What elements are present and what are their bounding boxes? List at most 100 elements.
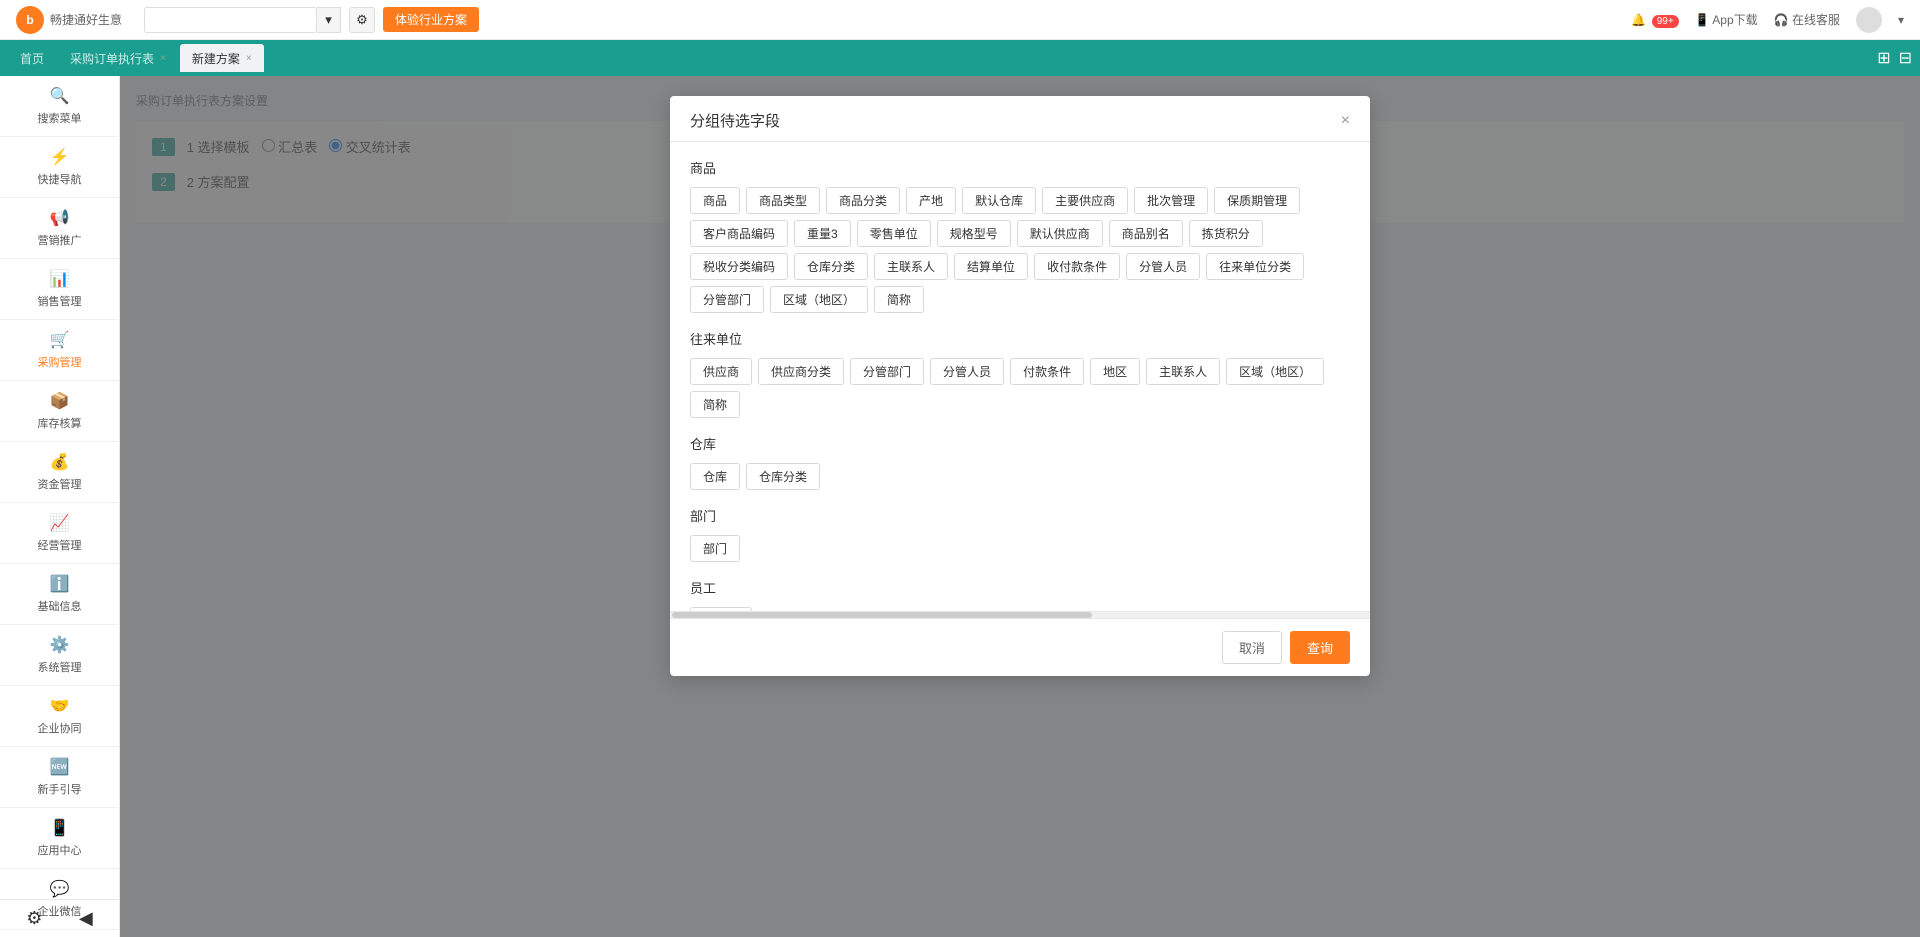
- notification-area[interactable]: 🔔 99+: [1631, 13, 1678, 27]
- field-warehouse-category[interactable]: 仓库分类: [794, 253, 868, 280]
- field-supplier[interactable]: 供应商: [690, 358, 752, 385]
- header-search-input[interactable]: [144, 7, 317, 33]
- sidebar-item-quick-nav[interactable]: ⚡ 快捷导航: [0, 137, 119, 198]
- field-region-partner[interactable]: 区域（地区）: [1226, 358, 1324, 385]
- operations-icon: 📈: [50, 513, 70, 533]
- modal-overlay: 分组待选字段 × 商品 商品 商品类型 商品分类 产地 默认仓库 主要供应商 批…: [120, 76, 1920, 937]
- sidebar-collapse-icon[interactable]: ◀: [79, 908, 93, 929]
- modal-body[interactable]: 商品 商品 商品类型 商品分类 产地 默认仓库 主要供应商 批次管理 保质期管理…: [670, 142, 1370, 611]
- field-partner-category[interactable]: 往来单位分类: [1206, 253, 1304, 280]
- field-dept-managed[interactable]: 分管部门: [690, 286, 764, 313]
- field-quality-period[interactable]: 保质期管理: [1214, 187, 1300, 214]
- sidebar-item-marketing[interactable]: 📢 营销推广: [0, 198, 119, 259]
- field-batch-management[interactable]: 批次管理: [1134, 187, 1208, 214]
- field-short-name-partner[interactable]: 简称: [690, 391, 740, 418]
- user-menu[interactable]: ▾: [1898, 13, 1904, 27]
- field-customer-product-code[interactable]: 客户商品编码: [690, 220, 788, 247]
- tab-expand-icon[interactable]: ⊟: [1899, 48, 1912, 68]
- sidebar-item-operations[interactable]: 📈 经营管理: [0, 503, 119, 564]
- cancel-button[interactable]: 取消: [1222, 631, 1282, 664]
- sidebar-item-basic-info[interactable]: ℹ️ 基础信息: [0, 564, 119, 625]
- confirm-button[interactable]: 查询: [1290, 631, 1350, 664]
- field-tax-code[interactable]: 税收分类编码: [690, 253, 788, 280]
- enterprise-icon: 🤝: [50, 696, 70, 716]
- wechat-icon: 💬: [50, 879, 70, 899]
- experience-btn[interactable]: 体验行业方案: [383, 7, 479, 32]
- tab-bar-right: ⊞ ⊟: [1877, 48, 1912, 68]
- tab-new-plan[interactable]: 新建方案 ×: [180, 44, 264, 72]
- tab-bar: 首页 采购订单执行表 × 新建方案 × ⊞ ⊟: [0, 40, 1920, 76]
- field-region-product[interactable]: 区域（地区）: [770, 286, 868, 313]
- sidebar-item-sales[interactable]: 📊 销售管理: [0, 259, 119, 320]
- field-retail-unit[interactable]: 零售单位: [857, 220, 931, 247]
- field-origin[interactable]: 产地: [906, 187, 956, 214]
- header-right: 🔔 99+ 📱 App下载 🎧 在线客服 ▾: [1631, 7, 1904, 33]
- logo-icon: b: [16, 6, 44, 34]
- product-fields: 商品 商品类型 商品分类 产地 默认仓库 主要供应商 批次管理 保质期管理 客户…: [690, 187, 1350, 313]
- tab-new-plan-close[interactable]: ×: [246, 53, 252, 64]
- sidebar-settings-icon[interactable]: ⚙: [26, 908, 42, 929]
- field-product-type[interactable]: 商品类型: [746, 187, 820, 214]
- sidebar-item-newbie[interactable]: 🆕 新手引导: [0, 747, 119, 808]
- sidebar-item-inventory[interactable]: 📦 库存核算: [0, 381, 119, 442]
- app-download[interactable]: 📱 App下载: [1695, 11, 1758, 28]
- field-supplier-category[interactable]: 供应商分类: [758, 358, 844, 385]
- field-product-alias[interactable]: 商品别名: [1109, 220, 1183, 247]
- sidebar: 🔍 搜索菜单 ⚡ 快捷导航 📢 营销推广 📊 销售管理 🛒 采购管理 📦 库存核…: [0, 76, 120, 937]
- app-center-icon: 📱: [50, 818, 70, 838]
- tab-purchase-order[interactable]: 采购订单执行表 ×: [58, 44, 178, 72]
- field-warehouse[interactable]: 仓库: [690, 463, 740, 490]
- sidebar-item-system[interactable]: ⚙️ 系统管理: [0, 625, 119, 686]
- sidebar-item-finance[interactable]: 💰 资金管理: [0, 442, 119, 503]
- sidebar-item-purchase[interactable]: 🛒 采购管理: [0, 320, 119, 381]
- field-weight3[interactable]: 重量3: [794, 220, 851, 247]
- warehouse-fields: 仓库 仓库分类: [690, 463, 1350, 490]
- newbie-icon: 🆕: [50, 757, 70, 777]
- field-pick-points[interactable]: 拣货积分: [1189, 220, 1263, 247]
- basic-info-icon: ℹ️: [50, 574, 70, 594]
- field-dept[interactable]: 部门: [690, 535, 740, 562]
- field-product-category[interactable]: 商品分类: [826, 187, 900, 214]
- field-default-warehouse[interactable]: 默认仓库: [962, 187, 1036, 214]
- sales-icon: 📊: [50, 269, 70, 289]
- field-payment-condition[interactable]: 付款条件: [1010, 358, 1084, 385]
- partner-fields: 供应商 供应商分类 分管部门 分管人员 付款条件 地区 主联系人 区域（地区） …: [690, 358, 1350, 418]
- system-icon: ⚙️: [50, 635, 70, 655]
- modal-close-button[interactable]: ×: [1341, 112, 1350, 130]
- avatar[interactable]: [1856, 7, 1882, 33]
- field-short-name-product[interactable]: 简称: [874, 286, 924, 313]
- modal-title: 分组待选字段: [690, 110, 780, 131]
- field-warehouse-cat[interactable]: 仓库分类: [746, 463, 820, 490]
- field-main-supplier[interactable]: 主要供应商: [1042, 187, 1128, 214]
- field-region[interactable]: 地区: [1090, 358, 1140, 385]
- field-spec-model[interactable]: 规格型号: [937, 220, 1011, 247]
- field-main-contact[interactable]: 主联系人: [874, 253, 948, 280]
- section-title-warehouse: 仓库: [690, 434, 1350, 453]
- online-service[interactable]: 🎧 在线客服: [1774, 11, 1840, 28]
- search-icon: 🔍: [50, 86, 70, 106]
- notification-badge: 99+: [1652, 15, 1679, 28]
- sidebar-item-enterprise[interactable]: 🤝 企业协同: [0, 686, 119, 747]
- field-main-contact-partner[interactable]: 主联系人: [1146, 358, 1220, 385]
- quick-nav-icon: ⚡: [50, 147, 70, 167]
- header-dropdown[interactable]: ▾: [317, 7, 341, 33]
- field-managed-dept[interactable]: 分管部门: [850, 358, 924, 385]
- finance-icon: 💰: [50, 452, 70, 472]
- field-settlement-unit[interactable]: 结算单位: [954, 253, 1028, 280]
- tab-purchase-order-close[interactable]: ×: [160, 53, 166, 64]
- header-gear-icon[interactable]: ⚙: [349, 7, 375, 33]
- field-manager[interactable]: 分管人员: [1126, 253, 1200, 280]
- field-product[interactable]: 商品: [690, 187, 740, 214]
- field-managed-person[interactable]: 分管人员: [930, 358, 1004, 385]
- modal-horizontal-scrollbar[interactable]: [670, 611, 1370, 618]
- field-selection-modal: 分组待选字段 × 商品 商品 商品类型 商品分类 产地 默认仓库 主要供应商 批…: [670, 96, 1370, 676]
- sidebar-item-search[interactable]: 🔍 搜索菜单: [0, 76, 119, 137]
- tab-home[interactable]: 首页: [8, 44, 56, 72]
- notification-icon: 🔔: [1631, 13, 1646, 27]
- field-payment-terms[interactable]: 收付款条件: [1034, 253, 1120, 280]
- sidebar-item-app-center[interactable]: 📱 应用中心: [0, 808, 119, 869]
- modal-header: 分组待选字段 ×: [670, 96, 1370, 142]
- field-default-supplier[interactable]: 默认供应商: [1017, 220, 1103, 247]
- tab-collapse-icon[interactable]: ⊞: [1877, 48, 1890, 68]
- section-title-partner: 往来单位: [690, 329, 1350, 348]
